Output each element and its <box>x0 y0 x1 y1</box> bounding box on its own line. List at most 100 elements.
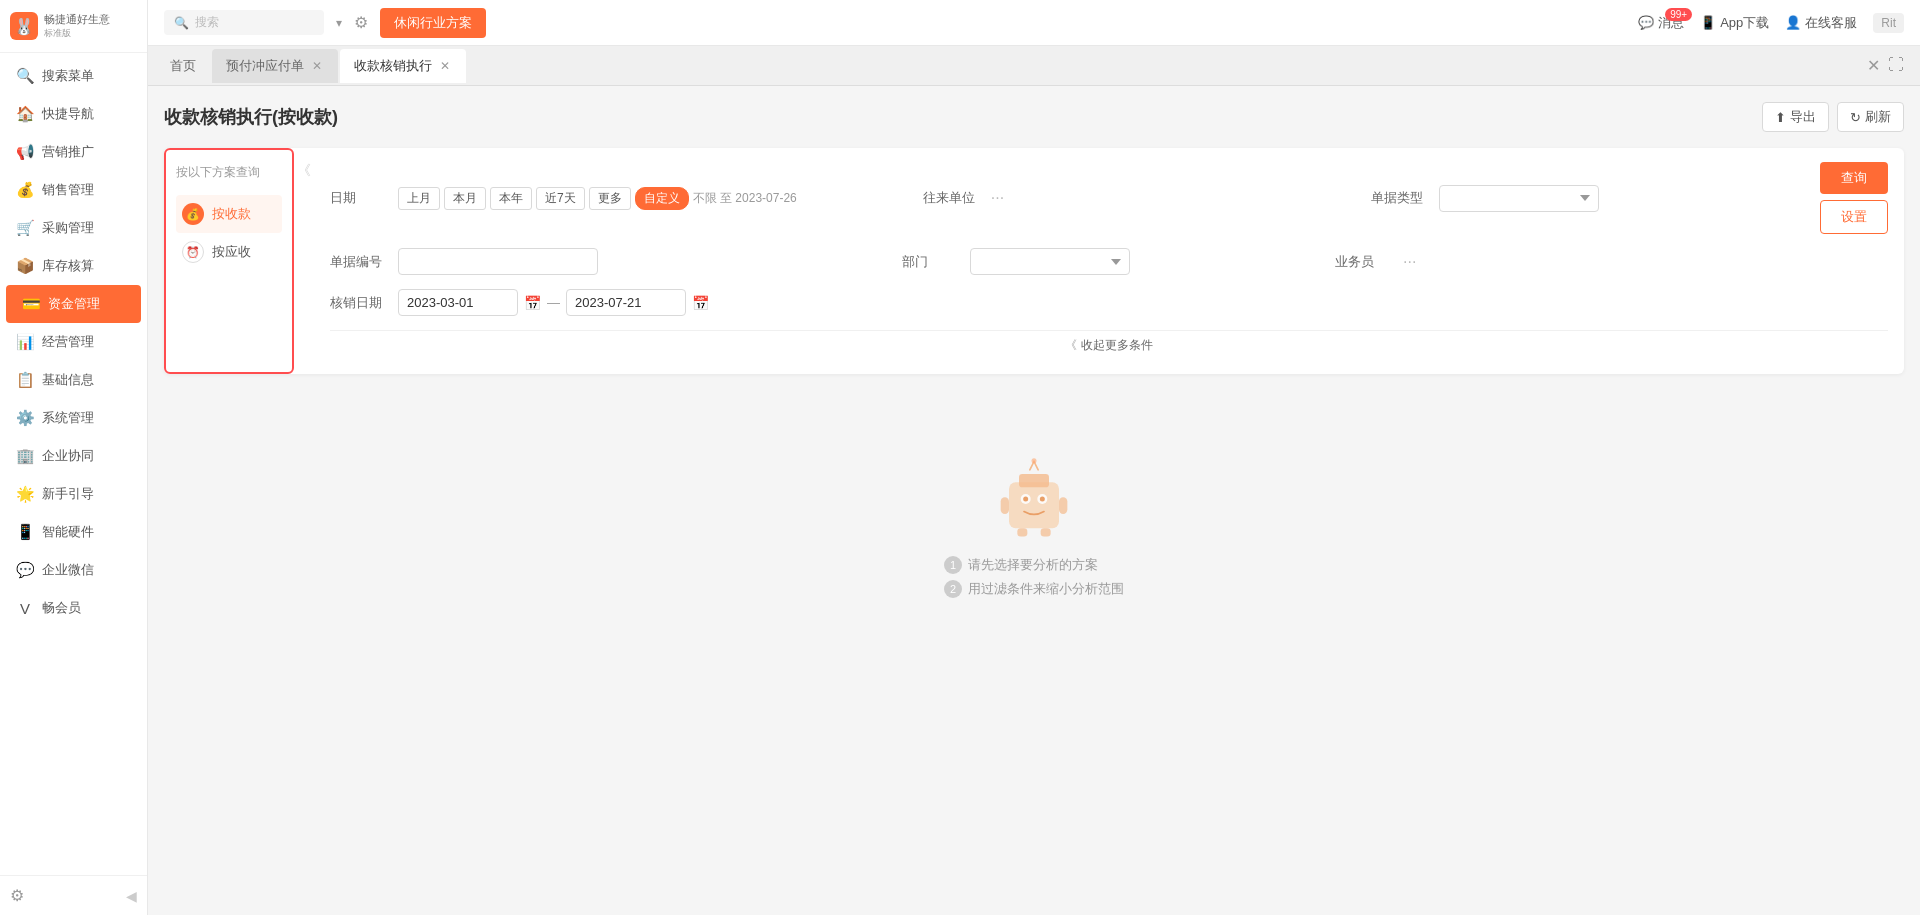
writeoff-date-field: 核销日期 📅 — 📅 <box>330 289 1888 316</box>
sidebar-item-sales[interactable]: 💰 销售管理 <box>0 171 147 209</box>
calendar-start-icon[interactable]: 📅 <box>524 295 541 311</box>
sidebar-item-funds[interactable]: 💳 资金管理 <box>6 285 141 323</box>
svg-rect-0 <box>1009 482 1059 528</box>
date-btn-last-month[interactable]: 上月 <box>398 187 440 210</box>
user-profile[interactable]: Rit <box>1873 13 1904 33</box>
sidebar-label-newbie: 新手引导 <box>42 485 94 503</box>
topbar-search[interactable]: 🔍 搜索 <box>164 10 324 35</box>
sidebar-item-search[interactable]: 🔍 搜索菜单 <box>0 57 147 95</box>
export-button[interactable]: ⬆ 导出 <box>1762 102 1829 132</box>
service-icon: 👤 <box>1785 15 1801 30</box>
sidebar-item-basic-info[interactable]: 📋 基础信息 <box>0 361 147 399</box>
query-button[interactable]: 查询 <box>1820 162 1888 194</box>
counterparty-field: 往来单位 ··· <box>923 189 1356 207</box>
filter-option-by-receivable[interactable]: ⏰ 按应收 <box>176 233 282 271</box>
salesperson-label: 业务员 <box>1335 253 1395 271</box>
topbar: 🔍 搜索 ▾ ⚙ 休闲行业方案 💬 消息 99+ 📱 App下载 👤 在线客服 … <box>148 0 1920 46</box>
tab-prepay[interactable]: 预付冲应付单 ✕ <box>212 49 338 83</box>
message-badge: 99+ <box>1665 8 1692 21</box>
date-separator: — <box>547 295 560 310</box>
sidebar-item-smart-hw[interactable]: 📱 智能硬件 <box>0 513 147 551</box>
department-select[interactable] <box>970 248 1130 275</box>
home-icon: 🏠 <box>16 105 34 123</box>
counterparty-label: 往来单位 <box>923 189 983 207</box>
settings-icon[interactable]: ⚙ <box>10 886 24 905</box>
filter-row-2: 单据编号 部门 业务员 ··· <box>330 248 1888 275</box>
sidebar-label-member: 畅会员 <box>42 599 81 617</box>
sidebar-item-wechat[interactable]: 💬 企业微信 <box>0 551 147 589</box>
sidebar-label-operation: 经营管理 <box>42 333 94 351</box>
topbar-dropdown-arrow[interactable]: ▾ <box>336 16 342 30</box>
sidebar-collapse-button[interactable]: ◀ <box>126 888 137 904</box>
app-icon: 📱 <box>1700 15 1716 30</box>
prepay-tab-close[interactable]: ✕ <box>310 57 324 75</box>
sidebar-label-wechat: 企业微信 <box>42 561 94 579</box>
close-window-icon[interactable]: ✕ <box>1867 56 1880 75</box>
filter-panel: 按以下方案查询 💰 按收款 ⏰ 按应收 《 日期 <box>164 148 1904 374</box>
inventory-icon: 📦 <box>16 257 34 275</box>
tab-receipt-cancel[interactable]: 收款核销执行 ✕ <box>340 49 466 83</box>
date-btn-custom[interactable]: 自定义 <box>635 187 689 210</box>
sidebar-item-member[interactable]: V 畅会员 <box>0 589 147 627</box>
sidebar-item-enterprise[interactable]: 🏢 企业协同 <box>0 437 147 475</box>
page-title: 收款核销执行(按收款) <box>164 105 338 129</box>
topbar-gear-icon[interactable]: ⚙ <box>354 13 368 32</box>
department-label: 部门 <box>902 253 962 271</box>
sidebar-item-system[interactable]: ⚙️ 系统管理 <box>0 399 147 437</box>
solution-button[interactable]: 休闲行业方案 <box>380 8 486 38</box>
by-receivable-icon: ⏰ <box>182 241 204 263</box>
app-badge: 标准版 <box>44 27 110 40</box>
date-btn-more[interactable]: 更多 <box>589 187 631 210</box>
sidebar-label-basic-info: 基础信息 <box>42 371 94 389</box>
filter-option-by-receipt[interactable]: 💰 按收款 <box>176 195 282 233</box>
collapse-more-label: 收起更多条件 <box>1081 337 1153 354</box>
date-btn-this-month[interactable]: 本月 <box>444 187 486 210</box>
sidebar-label-funds: 资金管理 <box>48 295 100 313</box>
date-btn-7days[interactable]: 近7天 <box>536 187 585 210</box>
sidebar-label-marketing: 营销推广 <box>42 143 94 161</box>
receipt-tab-close[interactable]: ✕ <box>438 57 452 75</box>
by-receivable-label: 按应收 <box>212 243 251 261</box>
expand-window-icon[interactable]: ⛶ <box>1888 56 1904 75</box>
refresh-label: 刷新 <box>1865 108 1891 126</box>
tabbar: 首页 预付冲应付单 ✕ 收款核销执行 ✕ ✕ ⛶ <box>148 46 1920 86</box>
empty-state: 1 请先选择要分析的方案 2 用过滤条件来缩小分析范围 <box>164 374 1904 678</box>
main-content: 🔍 搜索 ▾ ⚙ 休闲行业方案 💬 消息 99+ 📱 App下载 👤 在线客服 … <box>148 0 1920 915</box>
sidebar-nav: 🔍 搜索菜单 🏠 快捷导航 📢 营销推广 💰 销售管理 🛒 采购管理 📦 库存核… <box>0 53 147 875</box>
topbar-actions: 💬 消息 99+ 📱 App下载 👤 在线客服 Rit <box>1638 13 1904 33</box>
svg-point-10 <box>1032 458 1037 463</box>
app-label: App下载 <box>1720 14 1769 32</box>
wechat-icon: 💬 <box>16 561 34 579</box>
calendar-end-icon[interactable]: 📅 <box>692 295 709 311</box>
sidebar-item-newbie[interactable]: 🌟 新手引导 <box>0 475 147 513</box>
collapse-more-button[interactable]: 《 收起更多条件 <box>330 330 1888 360</box>
filter-sidebar-title: 按以下方案查询 <box>176 164 282 181</box>
sidebar-item-purchase[interactable]: 🛒 采购管理 <box>0 209 147 247</box>
date-btn-this-year[interactable]: 本年 <box>490 187 532 210</box>
settings-button[interactable]: 设置 <box>1820 200 1888 234</box>
sidebar-item-quick-nav[interactable]: 🏠 快捷导航 <box>0 95 147 133</box>
counterparty-dots: ··· <box>991 189 1004 207</box>
doc-type-label: 单据类型 <box>1371 189 1431 207</box>
topbar-search-icon: 🔍 <box>174 16 189 30</box>
sidebar-item-marketing[interactable]: 📢 营销推广 <box>0 133 147 171</box>
sidebar-footer: ⚙ ◀ <box>0 875 147 915</box>
message-button[interactable]: 💬 消息 99+ <box>1638 14 1684 32</box>
app-download-button[interactable]: 📱 App下载 <box>1700 14 1769 32</box>
writeoff-date-start[interactable] <box>398 289 518 316</box>
sidebar-item-inventory[interactable]: 📦 库存核算 <box>0 247 147 285</box>
refresh-icon: ↻ <box>1850 110 1861 125</box>
doc-no-input[interactable] <box>398 248 598 275</box>
window-buttons: ✕ ⛶ <box>1859 56 1912 75</box>
doc-type-select[interactable] <box>1439 185 1599 212</box>
sidebar-item-operation[interactable]: 📊 经营管理 <box>0 323 147 361</box>
refresh-button[interactable]: ↻ 刷新 <box>1837 102 1904 132</box>
filter-row-3: 核销日期 📅 — 📅 <box>330 289 1888 316</box>
writeoff-date-end[interactable] <box>566 289 686 316</box>
svg-rect-6 <box>1001 497 1009 514</box>
filter-collapse-button[interactable]: 《 <box>294 148 314 374</box>
tab-home[interactable]: 首页 <box>156 49 210 83</box>
by-receipt-icon: 💰 <box>182 203 204 225</box>
online-service-button[interactable]: 👤 在线客服 <box>1785 14 1857 32</box>
export-icon: ⬆ <box>1775 110 1786 125</box>
